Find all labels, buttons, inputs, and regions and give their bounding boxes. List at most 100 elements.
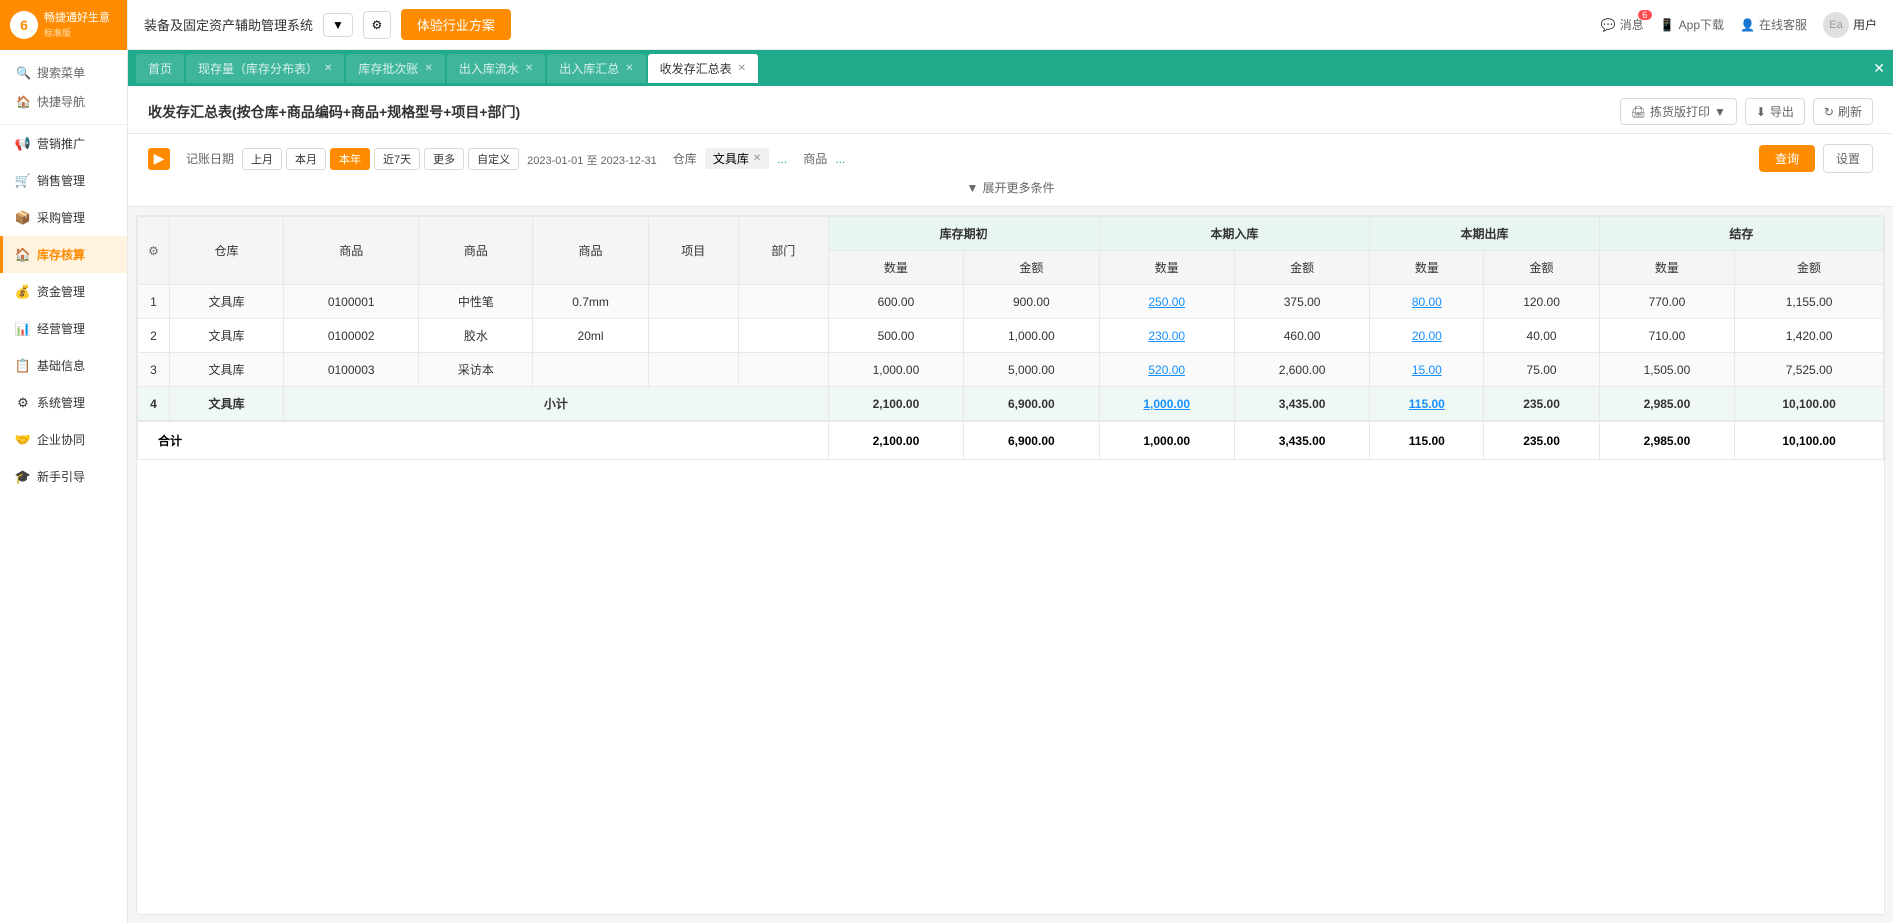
phone-icon: 📱	[1660, 18, 1675, 32]
app-download-item[interactable]: 📱 App下载	[1660, 16, 1724, 33]
filter-row-main: ▶ 记账日期 上月 本月 本年 近7天 更多 自定义 2023-01-01 至 …	[148, 144, 1873, 173]
date-last-month-btn[interactable]: 上月	[242, 148, 282, 170]
tab-inout-flow[interactable]: 出入库流水 ✕	[447, 54, 545, 83]
tab-inout-flow-close[interactable]: ✕	[525, 63, 533, 74]
footer-close-qty: 2,985.00	[1599, 421, 1734, 460]
tab-stock-distribution[interactable]: 现存量（库存分布表） ✕	[186, 54, 344, 83]
guide-icon: 🎓	[15, 469, 31, 485]
app-download-label: App下载	[1679, 16, 1724, 33]
sales-icon: 🛒	[15, 173, 31, 189]
user-label: 用户	[1853, 16, 1877, 33]
footer-in-amt: 3,435.00	[1234, 421, 1369, 460]
sidebar-item-basic[interactable]: 📋 基础信息	[0, 347, 127, 384]
goods-filter-label: 商品	[803, 150, 827, 167]
operations-icon: 📊	[15, 321, 31, 337]
online-service-item[interactable]: 👤 在线客服	[1740, 16, 1807, 33]
search-menu-item[interactable]: 🔍 搜索菜单	[8, 58, 119, 87]
date-this-year-btn[interactable]: 本年	[330, 148, 370, 170]
tab-stock-summary-close[interactable]: ✕	[738, 63, 746, 74]
enterprise-icon: 🤝	[15, 432, 31, 448]
table-row: 1 文具库 0100001 中性笔 0.7mm 600.00 900.00 25…	[138, 285, 1884, 319]
col-in-header: 本期入库	[1099, 217, 1370, 251]
sidebar-item-guide[interactable]: 🎓 新手引导	[0, 458, 127, 495]
user-item[interactable]: Ea 用户	[1823, 12, 1877, 38]
tab-stock-distribution-close[interactable]: ✕	[324, 63, 332, 74]
export-icon: ⬇	[1756, 105, 1766, 119]
refresh-icon: ↻	[1824, 105, 1834, 119]
filter-expand-button[interactable]: ▶	[148, 148, 170, 170]
warehouse-tag-close[interactable]: ✕	[753, 153, 761, 164]
sidebar-item-purchase[interactable]: 📦 采购管理	[0, 199, 127, 236]
date-range-display: 2023-01-01 至 2023-12-31	[527, 152, 657, 168]
home-icon: 🏠	[16, 95, 31, 109]
filter-area: ▶ 记账日期 上月 本月 本年 近7天 更多 自定义 2023-01-01 至 …	[128, 134, 1893, 207]
sidebar-item-purchase-label: 采购管理	[37, 209, 85, 226]
system-icon: ⚙	[15, 395, 31, 411]
sidebar-item-marketing[interactable]: 📢 营销推广	[0, 125, 127, 162]
date-more-btn[interactable]: 更多	[424, 148, 464, 170]
system-name: 装备及固定资产辅助管理系统	[144, 15, 313, 34]
tab-home[interactable]: 首页	[136, 54, 184, 83]
tab-batch-ledger[interactable]: 库存批次账 ✕	[346, 54, 444, 83]
system-select-dropdown[interactable]: ▼	[323, 13, 353, 37]
print-button[interactable]: 🖨 拣货版打印 ▼	[1620, 98, 1737, 125]
col-goods-name-header: 商品	[419, 217, 533, 285]
notification-item[interactable]: 💬 消息 6	[1601, 16, 1644, 33]
sidebar-item-operations-label: 经营管理	[37, 320, 85, 337]
export-button[interactable]: ⬇ 导出	[1745, 98, 1805, 125]
date-custom-btn[interactable]: 自定义	[468, 148, 519, 170]
footer-out-qty: 115.00	[1370, 421, 1484, 460]
marketing-icon: 📢	[15, 136, 31, 152]
refresh-button[interactable]: ↻ 刷新	[1813, 98, 1873, 125]
sidebar-search-section: 🔍 搜索菜单 🏠 快捷导航	[0, 50, 127, 125]
table-settings-icon[interactable]: ⚙	[148, 244, 159, 258]
goods-more-btn[interactable]: ...	[835, 152, 845, 166]
sidebar-item-inventory-label: 库存核算	[37, 246, 85, 263]
sidebar-logo: 6 畅捷通好生意 标准版	[0, 0, 127, 50]
quick-nav-item[interactable]: 🏠 快捷导航	[8, 87, 119, 116]
tabs-close-all[interactable]: ✕	[1873, 60, 1885, 77]
table-footer-row: 合计 2,100.00 6,900.00 1,000.00 3,435.00 1…	[138, 421, 1884, 460]
sidebar-item-system[interactable]: ⚙ 系统管理	[0, 384, 127, 421]
warehouse-more-btn[interactable]: ...	[777, 152, 787, 166]
query-button[interactable]: 查询	[1759, 145, 1815, 172]
sidebar-item-finance[interactable]: 💰 资金管理	[0, 273, 127, 310]
quick-nav-label: 快捷导航	[37, 93, 85, 110]
sidebar-item-inventory[interactable]: 🏠 库存核算	[0, 236, 127, 273]
settings-button[interactable]: ⚙	[363, 11, 391, 39]
tab-batch-ledger-label: 库存批次账	[358, 60, 418, 77]
notification-badge: 6	[1638, 10, 1652, 20]
sidebar-item-system-label: 系统管理	[37, 394, 85, 411]
warehouse-tag-text: 文具库	[713, 150, 749, 167]
footer-open-amt: 6,900.00	[964, 421, 1099, 460]
date-label: 记账日期	[186, 150, 234, 167]
sidebar-item-operations[interactable]: 📊 经营管理	[0, 310, 127, 347]
footer-out-amt: 235.00	[1484, 421, 1599, 460]
footer-in-qty: 1,000.00	[1099, 421, 1234, 460]
col-out-qty-header: 数量	[1370, 251, 1484, 285]
col-goods-code-header: 商品	[284, 217, 419, 285]
expand-more-conditions[interactable]: ▼ 展开更多条件	[148, 179, 1873, 196]
filter-setting-button[interactable]: 设置	[1823, 144, 1873, 173]
tab-inout-summary-close[interactable]: ✕	[625, 63, 633, 74]
chevron-down-icon: ▼	[332, 18, 344, 32]
col-opening-header: 库存期初	[828, 217, 1099, 251]
filter-date-buttons: 上月 本月 本年 近7天 更多 自定义	[242, 148, 519, 170]
notification-icon: 💬	[1601, 18, 1616, 32]
tab-stock-summary[interactable]: 收发存汇总表 ✕	[648, 54, 758, 83]
tab-inout-summary-label: 出入库汇总	[559, 60, 619, 77]
sidebar-item-enterprise[interactable]: 🤝 企业协同	[0, 421, 127, 458]
footer-close-amt: 10,100.00	[1735, 421, 1884, 460]
col-goods-spec-header: 商品	[533, 217, 648, 285]
data-table: ⚙ 仓库 商品 商品 商品 项目 部门 库存期初 本期入库 本期出库 结存	[137, 216, 1884, 460]
page-title: 收发存汇总表(按仓库+商品编码+商品+规格型号+项目+部门)	[148, 102, 520, 122]
tab-batch-ledger-close[interactable]: ✕	[424, 63, 432, 74]
date-7days-btn[interactable]: 近7天	[374, 148, 420, 170]
trial-btn[interactable]: 体验行业方案	[401, 9, 511, 40]
footer-label: 合计	[138, 421, 829, 460]
col-close-qty-header: 数量	[1599, 251, 1734, 285]
sidebar-item-sales[interactable]: 🛒 销售管理	[0, 162, 127, 199]
tab-inout-summary[interactable]: 出入库汇总 ✕	[547, 54, 645, 83]
date-this-month-btn[interactable]: 本月	[286, 148, 326, 170]
logo-icon: 6	[10, 11, 38, 39]
